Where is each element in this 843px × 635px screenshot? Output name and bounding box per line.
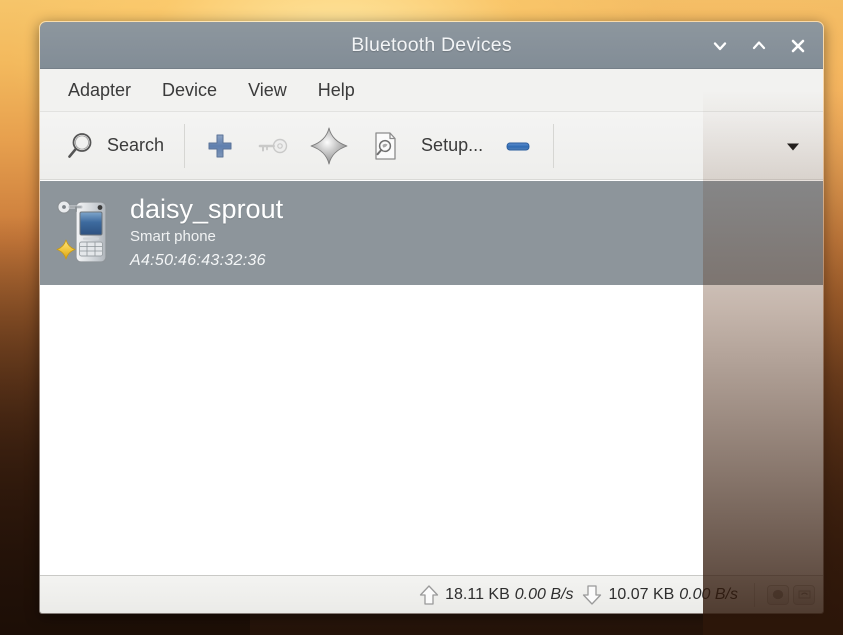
tray-status-icon-1[interactable] (767, 584, 789, 605)
chevron-down-icon (713, 41, 727, 50)
close-icon (791, 39, 805, 52)
pair-device-button[interactable] (245, 120, 299, 172)
smartphone-icon (56, 200, 107, 263)
device-info-button[interactable] (359, 120, 411, 172)
arrow-down-icon (583, 584, 602, 605)
minimize-button[interactable] (709, 35, 731, 57)
search-button[interactable]: Search (54, 120, 174, 172)
menu-help[interactable]: Help (306, 76, 367, 105)
bluetooth-status-icon (772, 589, 784, 600)
device-address: A4:50:46:43:32:36 (130, 251, 266, 269)
menu-device[interactable]: Device (150, 76, 229, 105)
menubar: Adapter Device View Help (40, 69, 823, 112)
menu-view[interactable]: View (236, 76, 299, 105)
trust-device-button[interactable] (299, 120, 359, 172)
device-list-item[interactable]: daisy_sprout Smart phone A4:50:46:43:32:… (40, 181, 823, 285)
setup-button[interactable]: Setup... (411, 120, 493, 172)
maximize-button[interactable] (748, 35, 770, 57)
smartphone-paired-trusted-icon (54, 193, 116, 271)
star-badge-icon (56, 239, 76, 260)
upload-rate: 0.00 B/s (514, 585, 574, 603)
toolbar-separator-2 (553, 123, 555, 168)
device-type: Smart phone (130, 228, 216, 246)
upload-stats: 18.11 KB 0.00 B/s (418, 583, 575, 607)
remove-device-button[interactable] (493, 120, 543, 172)
bluetooth-devices-window: Bluetooth Devices Adapter Device View He… (39, 21, 824, 614)
window-title: Bluetooth Devices (351, 33, 512, 56)
plus-icon (208, 134, 232, 157)
device-details: daisy_sprout Smart phone A4:50:46:43:32:… (130, 192, 283, 272)
window-titlebar[interactable]: Bluetooth Devices (40, 22, 823, 69)
document-inspect-icon (375, 131, 396, 160)
window-controls (709, 22, 809, 69)
close-button[interactable] (787, 35, 809, 57)
star-icon (310, 127, 348, 164)
download-total: 10.07 KB (608, 585, 675, 603)
transfer-status-icon (798, 590, 810, 599)
download-rate: 0.00 B/s (679, 585, 738, 603)
desktop-background: Bluetooth Devices Adapter Device View He… (0, 0, 843, 635)
statusbar: 18.11 KB 0.00 B/s 10.07 KB 0.00 B/s (40, 575, 823, 613)
chevron-up-icon (752, 40, 766, 49)
toolbar: Search Setup... (40, 112, 823, 180)
device-list[interactable]: daisy_sprout Smart phone A4:50:46:43:32:… (40, 180, 823, 575)
toolbar-separator-1 (184, 123, 186, 168)
chevron-down-triangle-icon (787, 143, 799, 150)
tray-status-icon-2[interactable] (793, 584, 815, 605)
toolbar-overflow-button[interactable] (773, 120, 813, 172)
statusbar-separator (754, 582, 755, 607)
menu-adapter[interactable]: Adapter (56, 76, 143, 105)
add-device-button[interactable] (195, 120, 245, 172)
download-stats: 10.07 KB 0.00 B/s (581, 583, 740, 607)
upload-total: 18.11 KB (445, 585, 510, 603)
magnifier-icon (68, 132, 92, 158)
setup-label: Setup... (421, 135, 484, 155)
statusbar-tray (767, 584, 815, 605)
search-label: Search (107, 135, 165, 155)
device-name: daisy_sprout (130, 193, 284, 224)
arrow-up-icon (419, 584, 439, 605)
key-icon (258, 138, 288, 153)
minus-bar-icon (506, 142, 530, 150)
